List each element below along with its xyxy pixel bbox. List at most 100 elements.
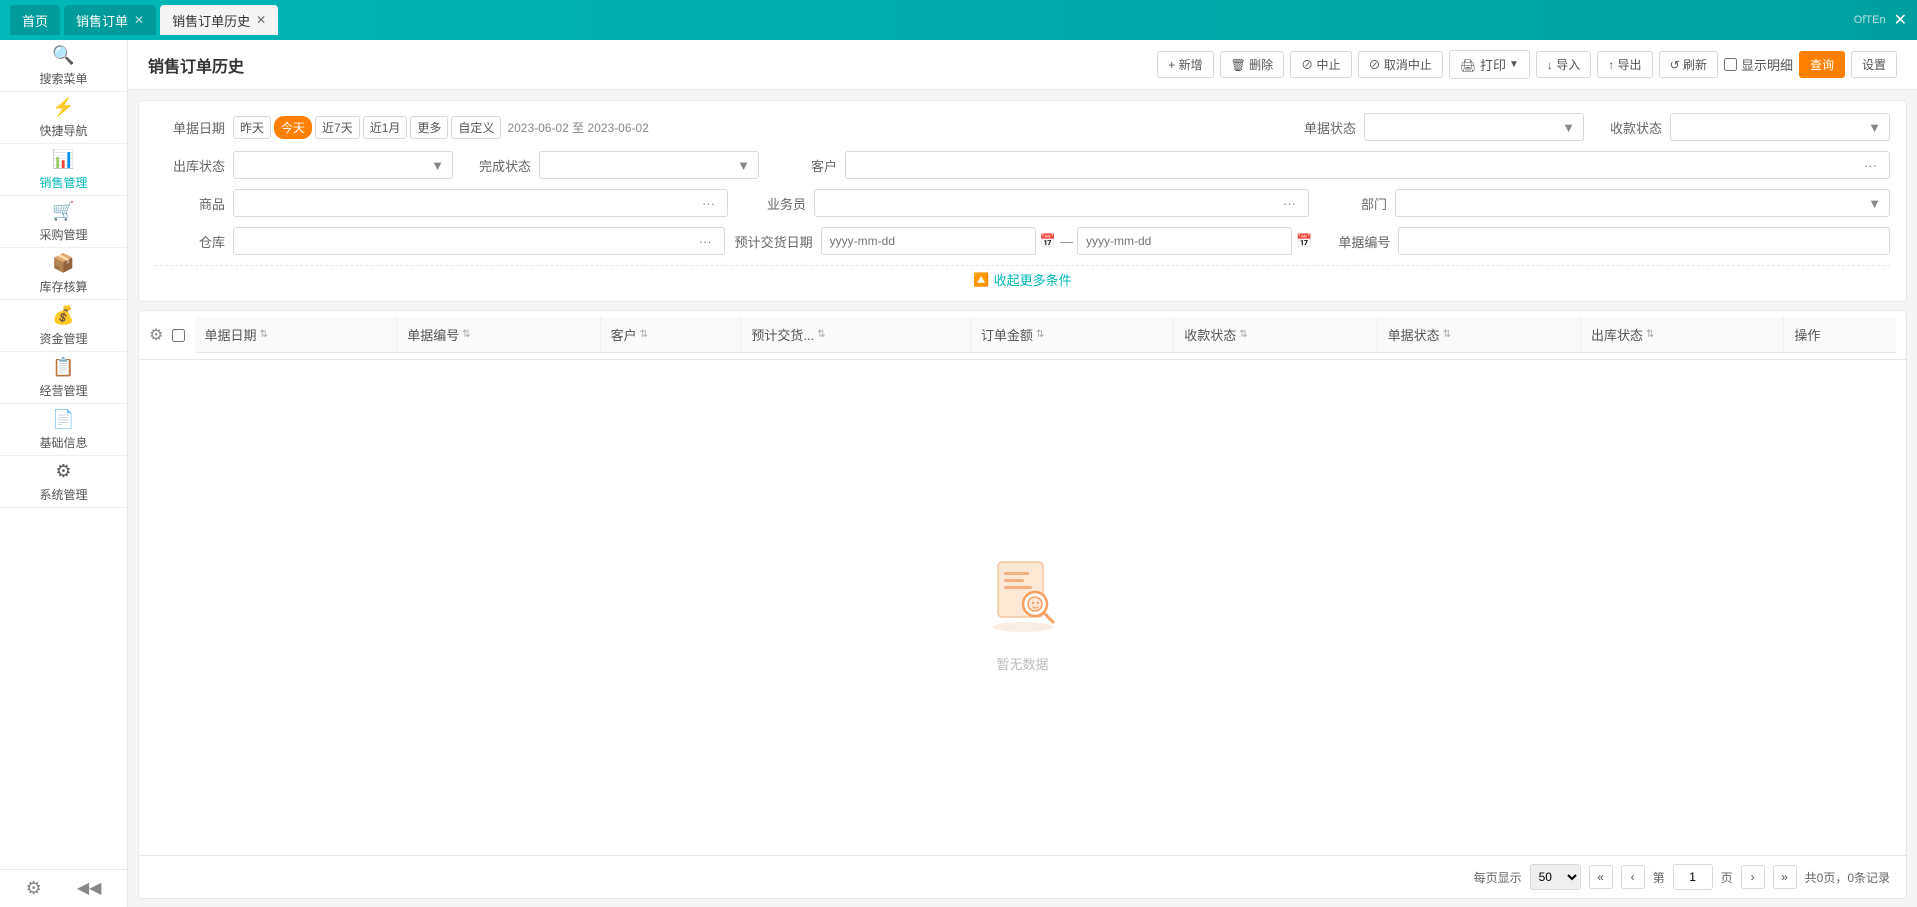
customer-more-icon[interactable]: ··· <box>1860 158 1881 173</box>
next-page-button[interactable]: › <box>1741 865 1765 889</box>
sidebar-settings-icon[interactable]: ⚙ <box>26 878 42 899</box>
sidebar-label-capital-mgmt: 资金管理 <box>39 330 87 347</box>
sidebar-collapse-icon[interactable]: ◀◀ <box>77 878 102 899</box>
complete-status-select[interactable]: ▼ <box>539 151 759 179</box>
capital-mgmt-icon: 💰 <box>52 305 74 326</box>
complete-status-control: ▼ <box>539 151 759 179</box>
sort-amount-icon[interactable]: ⇅ <box>1036 329 1044 340</box>
tab-sales-order-history[interactable]: 销售订单历史 ✕ <box>160 5 278 35</box>
query-button[interactable]: 查询 <box>1799 51 1845 78</box>
stop-button[interactable]: ⊘ 中止 <box>1290 51 1351 78</box>
sidebar-label-sales-mgmt: 销售管理 <box>39 174 87 191</box>
page-label: 第 <box>1653 869 1665 886</box>
customer-select[interactable]: ··· <box>845 151 1890 179</box>
date-btn-last1m[interactable]: 近1月 <box>363 116 408 139</box>
sort-order-status-icon[interactable]: ⇅ <box>1443 329 1451 340</box>
table-checkbox-header <box>163 329 194 342</box>
empty-text: 暂无数据 <box>996 654 1048 673</box>
sort-number-icon[interactable]: ⇅ <box>462 329 470 340</box>
sidebar-item-sys-mgmt[interactable]: ⚙ 系统管理 <box>0 456 127 508</box>
delivery-date-group: 📅 — 📅 <box>821 227 1313 255</box>
order-number-input[interactable] <box>1398 227 1890 255</box>
refresh-button[interactable]: ↺ 刷新 <box>1659 51 1718 78</box>
sidebar-item-operation-mgmt[interactable]: 📋 经营管理 <box>0 352 127 404</box>
quick-nav-icon: ⚡ <box>52 97 74 118</box>
warehouse-label: 仓库 <box>155 232 225 251</box>
cancel-stop-button[interactable]: ⊘ 取消中止 <box>1358 51 1443 78</box>
sort-receipt-status-icon[interactable]: ⇅ <box>1239 329 1247 340</box>
salesperson-more-icon[interactable]: ··· <box>1279 196 1300 211</box>
order-status-arrow-icon: ▼ <box>1562 120 1575 135</box>
sidebar-item-search-menu[interactable]: 🔍 搜索菜单 <box>0 40 127 92</box>
order-status-select[interactable]: ▼ <box>1364 113 1584 141</box>
sidebar-bottom: ⚙ ◀◀ <box>0 869 127 907</box>
print-button[interactable]: 🖨 打印 ▼ <box>1449 50 1530 79</box>
outbound-status-select[interactable]: ▼ <box>233 151 453 179</box>
warehouse-more-icon[interactable]: ··· <box>695 234 716 249</box>
tab-sales-order[interactable]: 销售订单 ✕ <box>64 5 156 35</box>
dept-label: 部门 <box>1317 194 1387 213</box>
date-btn-last7[interactable]: 近7天 <box>315 116 360 139</box>
tab-sales-order-history-close[interactable]: ✕ <box>256 13 266 27</box>
sort-date-icon[interactable]: ⇅ <box>260 329 268 340</box>
salesperson-select[interactable]: ··· <box>814 189 1309 217</box>
prev-page-button[interactable]: ‹ <box>1621 865 1645 889</box>
display-check-group: 显示明细 <box>1724 55 1793 74</box>
date-btn-more[interactable]: 更多 <box>410 116 448 139</box>
sidebar-label-sys-mgmt: 系统管理 <box>39 486 87 503</box>
per-page-select[interactable]: 10 20 50 100 <box>1530 864 1581 890</box>
sort-delivery-icon[interactable]: ⇅ <box>817 329 825 340</box>
delete-button[interactable]: 🗑 删除 <box>1220 51 1285 78</box>
goods-more-icon[interactable]: ··· <box>698 196 719 211</box>
first-page-button[interactable]: « <box>1589 865 1613 889</box>
window-close-icon[interactable]: ✕ <box>1894 10 1907 30</box>
delivery-date-end-input[interactable] <box>1077 227 1292 255</box>
last-page-button[interactable]: » <box>1773 865 1797 889</box>
settings-button[interactable]: 设置 <box>1851 51 1897 78</box>
goods-select[interactable]: ··· <box>233 189 728 217</box>
sidebar-item-purchase-mgmt[interactable]: 🛒 采购管理 <box>0 196 127 248</box>
date-btn-today[interactable]: 今天 <box>274 116 312 139</box>
tab-home[interactable]: 首页 <box>10 5 60 35</box>
sidebar: 🔍 搜索菜单 ⚡ 快捷导航 📊 销售管理 🛒 采购管理 📦 库存核算 💰 资金管… <box>0 40 128 907</box>
date-btn-custom[interactable]: 自定义 <box>451 116 501 139</box>
tab-sales-order-close[interactable]: ✕ <box>134 13 144 27</box>
new-button[interactable]: + 新增 <box>1157 51 1213 78</box>
warehouse-select[interactable]: ··· <box>233 227 725 255</box>
export-button[interactable]: ↑ 导出 <box>1597 51 1652 78</box>
th-order-status: 单据状态 ⇅ <box>1377 317 1580 353</box>
sidebar-item-capital-mgmt[interactable]: 💰 资金管理 <box>0 300 127 352</box>
search-menu-icon: 🔍 <box>52 45 74 66</box>
display-detail-checkbox[interactable] <box>1724 58 1737 71</box>
order-status-control[interactable]: ▼ <box>1364 113 1584 141</box>
sidebar-item-quick-nav[interactable]: ⚡ 快捷导航 <box>0 92 127 144</box>
outbound-status-control: ▼ <box>233 151 453 179</box>
sidebar-item-sales-mgmt[interactable]: 📊 销售管理 <box>0 144 127 196</box>
import-button[interactable]: ↓ 导入 <box>1536 51 1591 78</box>
sidebar-item-inventory[interactable]: 📦 库存核算 <box>0 248 127 300</box>
sidebar-item-basic-info[interactable]: 📄 基础信息 <box>0 404 127 456</box>
filter-row-3: 商品 ··· 业务员 ··· 部门 <box>155 189 1890 217</box>
receipt-status-select[interactable]: ▼ <box>1670 113 1890 141</box>
date-filter-control: 昨天 今天 近7天 近1月 更多 自定义 2023-06-02 至 2023-0… <box>233 116 1278 139</box>
date-btn-yesterday[interactable]: 昨天 <box>233 116 271 139</box>
content-area: 销售订单历史 + 新增 🗑 删除 ⊘ 中止 ⊘ 取消中止 🖨 打印 ▼ ↓ 导入… <box>128 40 1917 907</box>
delivery-date-end-cal-icon[interactable]: 📅 <box>1296 233 1312 249</box>
salesperson-label: 业务员 <box>736 194 806 213</box>
per-page-label: 每页显示 <box>1474 869 1522 886</box>
delivery-date-start-input[interactable] <box>821 227 1036 255</box>
collapse-more-btn[interactable]: 🔼 收起更多条件 <box>155 265 1890 289</box>
delivery-date-start-cal-icon[interactable]: 📅 <box>1040 233 1056 249</box>
filter-area: 单据日期 昨天 今天 近7天 近1月 更多 自定义 2023-06-02 至 2… <box>138 100 1907 302</box>
sort-customer-icon[interactable]: ⇅ <box>640 329 648 340</box>
table-container: ⚙ 单据日期 ⇅ <box>138 310 1907 899</box>
order-number-label: 单据编号 <box>1320 232 1390 251</box>
empty-state: 暂无数据 <box>139 360 1906 855</box>
delivery-date-label: 预计交货日期 <box>733 232 813 251</box>
dept-select[interactable]: ▼ <box>1395 189 1890 217</box>
sort-outbound-status-icon[interactable]: ⇅ <box>1646 329 1654 340</box>
select-all-checkbox[interactable] <box>172 329 185 342</box>
complete-status-arrow-icon: ▼ <box>737 158 750 173</box>
table-settings-icon[interactable]: ⚙ <box>149 325 163 345</box>
page-number-input[interactable] <box>1673 864 1713 890</box>
